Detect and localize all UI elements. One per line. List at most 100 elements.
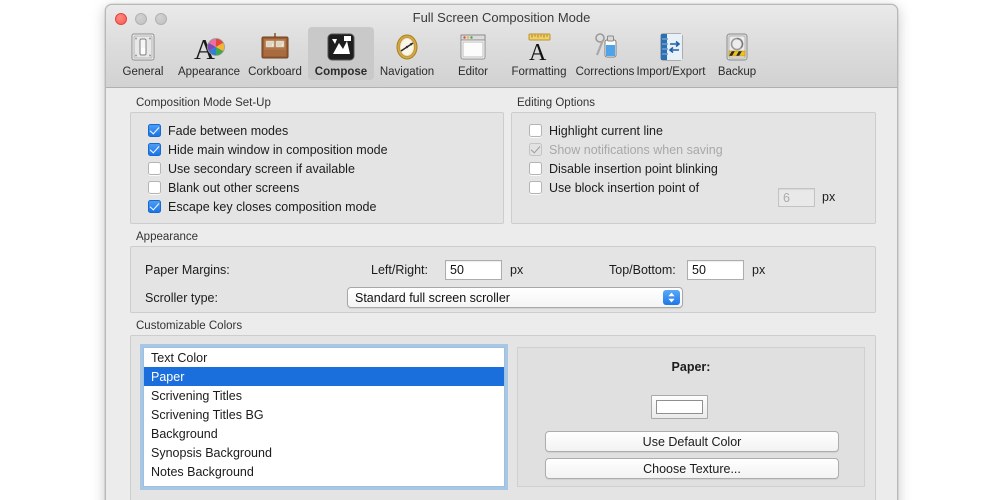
toolbar-item-general[interactable]: General: [110, 27, 176, 80]
list-item[interactable]: Text Color: [144, 348, 504, 367]
checkbox-show-notifications-when-saving: Show notifications when saving: [529, 140, 875, 159]
notebook-arrows-icon: [660, 33, 683, 61]
toolbar-label: Navigation: [379, 66, 435, 78]
block-insertion-size-input[interactable]: 6: [778, 188, 815, 207]
toolbar-label: General: [122, 66, 164, 78]
chevron-up-down-icon[interactable]: [663, 290, 680, 305]
toolbar-label: Corkboard: [248, 66, 302, 78]
toolbar-label: Backup: [717, 66, 757, 78]
toolbar-item-corkboard[interactable]: Corkboard: [242, 27, 308, 80]
checkbox-label: Show notifications when saving: [549, 142, 723, 157]
choose-texture-button[interactable]: Choose Texture...: [545, 458, 839, 479]
checkbox-box[interactable]: [148, 162, 161, 175]
group-body: Paper Margins: Left/Right: 50 px Top/Bot…: [130, 246, 876, 313]
checkbox-box[interactable]: [148, 143, 161, 156]
top-bottom-label: Top/Bottom:: [609, 263, 676, 277]
checkbox-label: Hide main window in composition mode: [168, 142, 388, 157]
appearance-group: Appearance Paper Margins: Left/Right: 50…: [130, 231, 876, 313]
checkbox-label: Use secondary screen if available: [168, 161, 355, 176]
toolbar-label: Compose: [314, 66, 368, 78]
preferences-content: Composition Mode Set-Up Fade between mod…: [106, 88, 897, 500]
checkbox-highlight-current-line[interactable]: Highlight current line: [529, 121, 875, 140]
preferences-toolbar: General A Appearance Corkboard Compose N…: [110, 27, 770, 80]
toolbar-item-navigation[interactable]: Navigation: [374, 27, 440, 80]
hard-drive-icon: [726, 33, 748, 61]
group-body: Fade between modes Hide main window in c…: [130, 112, 504, 224]
group-title: Composition Mode Set-Up: [136, 97, 271, 109]
checkbox-label: Blank out other screens: [168, 180, 300, 195]
list-item[interactable]: Notes Background: [144, 462, 504, 481]
checkbox-box: [529, 143, 542, 156]
checkbox-box[interactable]: [529, 181, 542, 194]
brush-bottle-icon: [595, 33, 617, 58]
light-switch-icon: [131, 33, 155, 61]
window-chrome: Full Screen Composition Mode General A A…: [106, 5, 897, 88]
checkbox-label: Escape key closes composition mode: [168, 199, 377, 214]
checkbox-label: Use block insertion point of: [549, 180, 700, 195]
scroller-type-value: Standard full screen scroller: [355, 290, 510, 305]
color-swatch: [656, 400, 703, 414]
checkbox-box[interactable]: [148, 124, 161, 137]
toolbar-item-compose[interactable]: Compose: [308, 27, 374, 80]
top-bottom-unit: px: [752, 263, 766, 277]
group-title: Appearance: [136, 231, 199, 243]
checkbox-label: Highlight current line: [549, 123, 663, 138]
checkbox-box[interactable]: [148, 200, 161, 213]
color-well[interactable]: [651, 395, 708, 419]
top-bottom-margin-input[interactable]: 50: [687, 260, 744, 280]
left-right-label: Left/Right:: [371, 263, 428, 277]
list-item[interactable]: Background: [144, 424, 504, 443]
left-right-margin-input[interactable]: 50: [445, 260, 502, 280]
color-target-list[interactable]: Text Color Paper Scrivening Titles Scriv…: [140, 344, 508, 490]
toolbar-label: Formatting: [511, 66, 567, 78]
preferences-window: Full Screen Composition Mode General A A…: [105, 4, 898, 500]
toolbar-item-corrections[interactable]: Corrections: [572, 27, 638, 80]
scroller-type-label: Scroller type:: [145, 291, 218, 305]
toolbar-item-editor[interactable]: Editor: [440, 27, 506, 80]
checkbox-fade-between-modes[interactable]: Fade between modes: [148, 121, 503, 140]
document-window-icon: [460, 34, 486, 60]
toolbar-label: Appearance: [177, 66, 241, 78]
list-item[interactable]: Paper: [144, 367, 504, 386]
toolbar-item-formatting[interactable]: A Formatting: [506, 27, 572, 80]
checkbox-box[interactable]: [529, 162, 542, 175]
checkbox-label: Disable insertion point blinking: [549, 161, 718, 176]
checkbox-hide-main-window[interactable]: Hide main window in composition mode: [148, 140, 503, 159]
color-detail-panel: Paper: Use Default Color Choose Texture.…: [517, 347, 865, 487]
checkbox-box[interactable]: [148, 181, 161, 194]
checkbox-label: Fade between modes: [168, 123, 289, 138]
list-item[interactable]: Synopsis Background: [144, 443, 504, 462]
group-body: Highlight current line Show notification…: [511, 112, 876, 224]
use-default-color-button[interactable]: Use Default Color: [545, 431, 839, 452]
window-title: Full Screen Composition Mode: [412, 10, 591, 25]
checkbox-use-secondary-screen[interactable]: Use secondary screen if available: [148, 159, 503, 178]
letter-a-color-wheel-icon: A: [194, 34, 225, 64]
scroller-type-dropdown[interactable]: Standard full screen scroller: [347, 287, 683, 308]
left-right-unit: px: [510, 263, 524, 277]
group-title: Customizable Colors: [136, 320, 243, 332]
customizable-colors-group: Customizable Colors Text Color Paper Scr…: [130, 320, 876, 500]
editing-options-group: Editing Options Highlight current line S…: [511, 97, 876, 224]
compose-icon: [327, 33, 355, 61]
toolbar-label: Import/Export: [636, 66, 706, 78]
group-title: Editing Options: [517, 97, 595, 109]
color-detail-caption: Paper:: [671, 360, 711, 374]
list-item[interactable]: Scrivening Titles BG: [144, 405, 504, 424]
toolbar-item-import-export[interactable]: Import/Export: [636, 27, 706, 80]
ruler-letter-a-icon: A: [528, 33, 551, 64]
list-item[interactable]: Scrivening Titles: [144, 386, 504, 405]
screen: Full Screen Composition Mode General A A…: [0, 0, 1000, 500]
group-body: Text Color Paper Scrivening Titles Scriv…: [130, 335, 876, 500]
corkboard-icon: [261, 33, 289, 59]
compass-icon: [396, 34, 418, 60]
toolbar-label: Editor: [457, 66, 489, 78]
paper-margins-label: Paper Margins:: [145, 263, 230, 277]
composition-setup-group: Composition Mode Set-Up Fade between mod…: [130, 97, 504, 224]
toolbar-item-appearance[interactable]: A Appearance: [176, 27, 242, 80]
checkbox-box[interactable]: [529, 124, 542, 137]
toolbar-item-backup[interactable]: Backup: [704, 27, 770, 80]
block-insertion-size-unit: px: [822, 190, 836, 204]
checkbox-disable-insertion-point-blinking[interactable]: Disable insertion point blinking: [529, 159, 875, 178]
checkbox-escape-key-closes[interactable]: Escape key closes composition mode: [148, 197, 503, 216]
checkbox-blank-out-other-screens[interactable]: Blank out other screens: [148, 178, 503, 197]
